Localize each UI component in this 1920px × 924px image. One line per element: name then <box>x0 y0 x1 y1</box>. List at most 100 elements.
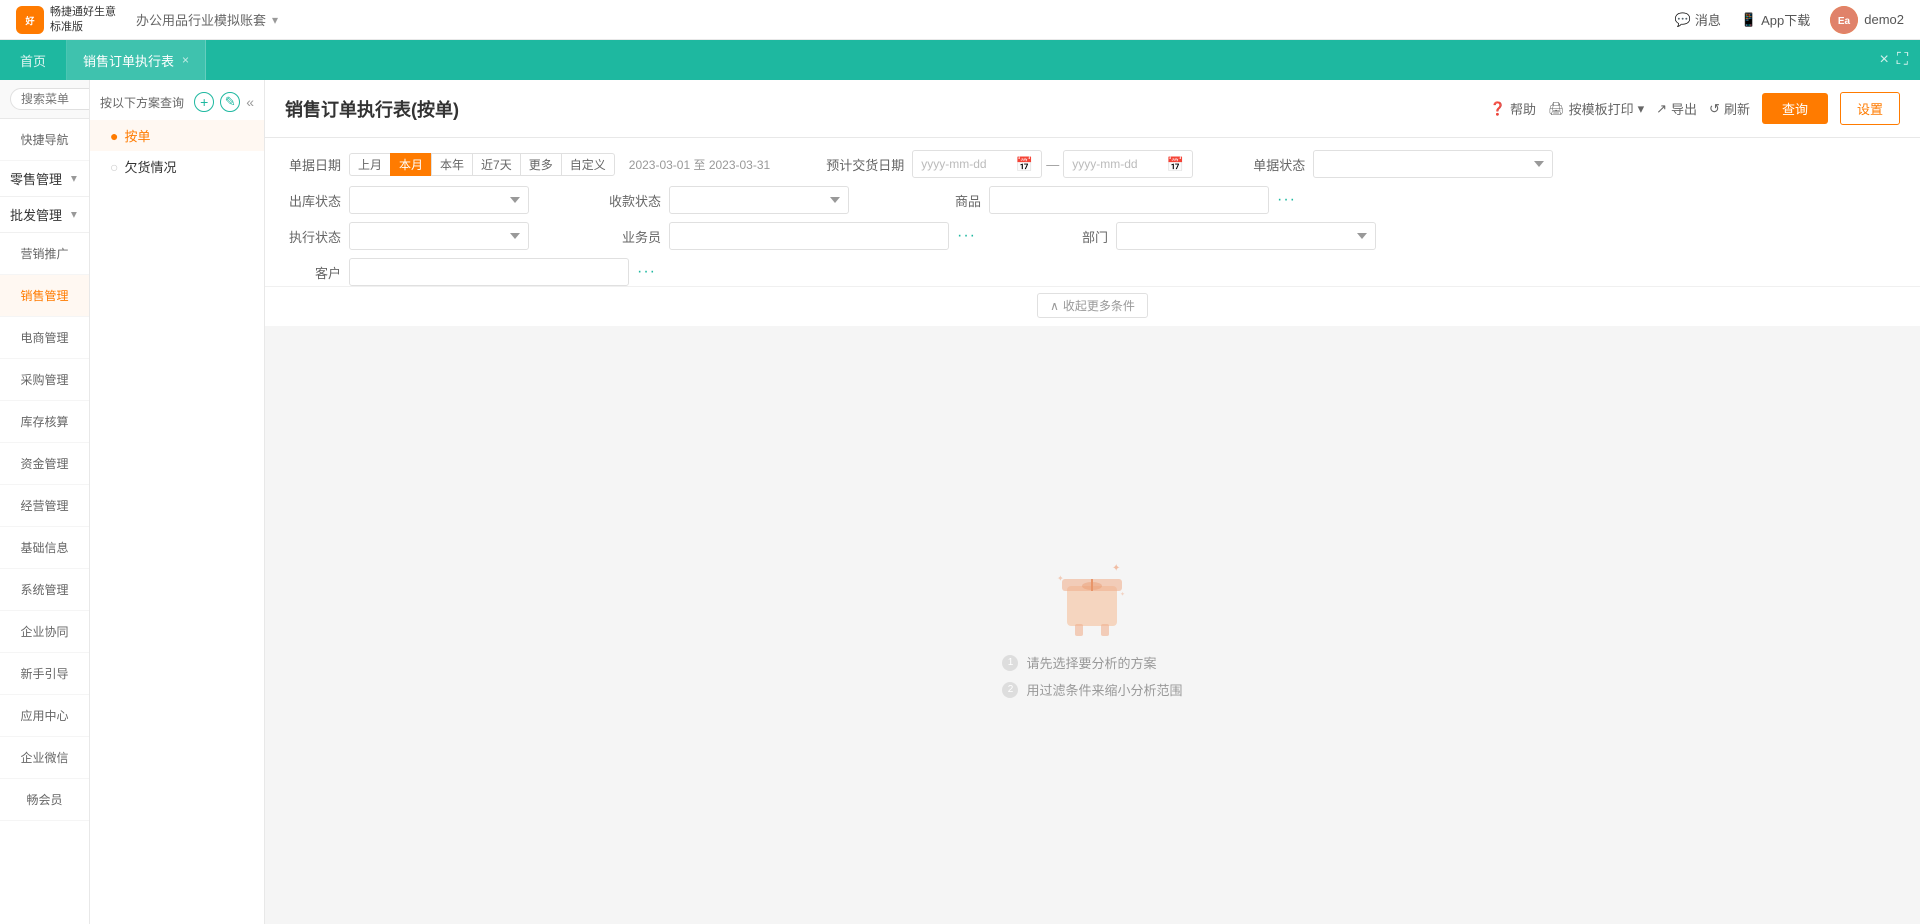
export-button[interactable]: ↗ 导出 <box>1656 99 1697 118</box>
exec-status-label: 执行状态 <box>285 227 341 246</box>
filter-row-exec: 执行状态 业务员 ··· 部门 <box>285 222 1900 250</box>
filter-date-item: 单据日期 上月 本月 本年 近7天 更多 自定义 2023-03-01 至 20… <box>285 153 770 176</box>
calendar-start-icon: 📅 <box>1016 156 1033 173</box>
empty-illustration: ✦ ✦ ✦ <box>1042 551 1142 641</box>
content-area: 按以下方案查询 + ✎ « ● 按单 ○ 欠货情况 <box>90 80 1920 924</box>
out-status-select[interactable] <box>349 186 529 214</box>
customer-dots[interactable]: ··· <box>637 263 656 281</box>
expected-date-end-input[interactable]: yyyy-mm-dd 📅 <box>1063 150 1193 178</box>
goods-dots[interactable]: ··· <box>1277 191 1296 209</box>
left-panel-title: 按以下方案查询 <box>100 94 184 111</box>
dept-select[interactable] <box>1116 222 1376 250</box>
sidebar-item-quick-nav[interactable]: 快捷导航 <box>0 119 89 161</box>
app-download-button[interactable]: 📱 App下载 <box>1741 10 1810 29</box>
sidebar-item-member[interactable]: 畅会员 <box>0 779 89 821</box>
username-label: demo2 <box>1864 12 1904 27</box>
edit-scheme-button[interactable]: ✎ <box>220 92 240 112</box>
sidebar-item-system[interactable]: 系统管理 <box>0 569 89 611</box>
collapse-more-button[interactable]: ∧ 收起更多条件 <box>1037 293 1148 318</box>
sidebar-item-appcenter[interactable]: 应用中心 <box>0 695 89 737</box>
sidebar-item-basic[interactable]: 基础信息 <box>0 527 89 569</box>
empty-tip-1: 1 请先选择要分析的方案 <box>1002 653 1182 672</box>
tab-close-icon[interactable]: × <box>182 53 189 67</box>
goods-label: 商品 <box>925 191 981 210</box>
print-button[interactable]: 🖨 按模板打印 ▾ <box>1548 99 1644 118</box>
breadcrumb-arrow-icon[interactable]: ▾ <box>272 13 278 27</box>
quick-nav-label: 快捷导航 <box>20 131 68 148</box>
logo-text: 畅捷通好生意 标准版 <box>50 5 116 34</box>
sidebar-item-sales[interactable]: 销售管理 <box>0 275 89 317</box>
sidebar-item-wholesale[interactable]: 批发管理 ▲ <box>0 197 89 232</box>
filter-row-4: 客户 ··· <box>265 250 1920 286</box>
sidebar-item-ecommerce[interactable]: 电商管理 <box>0 317 89 359</box>
date-tabs: 上月 本月 本年 近7天 更多 自定义 <box>349 153 615 176</box>
left-panel-actions: + ✎ « <box>194 92 254 112</box>
breadcrumb-text: 办公用品行业模拟账套 <box>136 10 266 29</box>
avatar: Ea <box>1830 6 1858 34</box>
salesperson-dots[interactable]: ··· <box>957 227 976 245</box>
tab-sales-exec[interactable]: 销售订单执行表 × <box>67 40 206 80</box>
tab-label: 销售订单执行表 <box>83 51 174 70</box>
sidebar-item-purchase[interactable]: 采购管理 <box>0 359 89 401</box>
settings-button[interactable]: 设置 <box>1840 92 1900 125</box>
add-scheme-button[interactable]: + <box>194 92 214 112</box>
logo-icon: 好 <box>16 6 44 34</box>
tab-home[interactable]: 首页 <box>0 40 67 80</box>
date-tab-last-month[interactable]: 上月 <box>349 153 390 176</box>
help-button[interactable]: ❓ 帮助 <box>1490 99 1536 118</box>
collect-status-select[interactable] <box>669 186 849 214</box>
date-tab-7days[interactable]: 近7天 <box>472 153 520 176</box>
filter-out-status-item: 出库状态 <box>285 186 529 214</box>
left-panel-item-press[interactable]: ● 按单 <box>90 120 264 151</box>
collect-status-label: 收款状态 <box>605 191 661 210</box>
sidebar-item-cooperation[interactable]: 企业协同 <box>0 611 89 653</box>
sidebar-item-corpwechat[interactable]: 企业微信 <box>0 737 89 779</box>
fullscreen-icon[interactable]: ⛶ <box>1897 51 1908 69</box>
sidebar-search-area <box>0 80 89 119</box>
date-range-text: 2023-03-01 至 2023-03-31 <box>629 156 770 173</box>
doc-status-select[interactable] <box>1313 150 1553 178</box>
date-tab-more[interactable]: 更多 <box>520 153 561 176</box>
salesperson-input[interactable] <box>669 222 949 250</box>
date-tab-this-year[interactable]: 本年 <box>431 153 472 176</box>
date-tab-this-month[interactable]: 本月 <box>390 153 431 176</box>
sidebar-item-inventory[interactable]: 库存核算 <box>0 401 89 443</box>
svg-text:✦: ✦ <box>1112 563 1120 574</box>
filter-row-status: 出库状态 收款状态 <box>285 186 1900 214</box>
sidebar-item-newuser[interactable]: 新手引导 <box>0 653 89 695</box>
page-header-top: 销售订单执行表(按单) ❓ 帮助 🖨 按模板打印 ▾ <box>285 92 1900 125</box>
message-button[interactable]: 💬 消息 <box>1675 10 1721 29</box>
user-area[interactable]: Ea demo2 <box>1830 6 1904 34</box>
close-window-icon[interactable]: × <box>1879 51 1888 69</box>
goods-input[interactable] <box>989 186 1269 214</box>
refresh-button[interactable]: ↺ 刷新 <box>1709 99 1750 118</box>
filter-row-3: 执行状态 业务员 ··· 部门 <box>265 214 1920 250</box>
dept-label: 部门 <box>1052 227 1108 246</box>
sidebar: 快捷导航 零售管理 ▲ 批发管理 ▲ 营销推广 销售管理 电商管理 采购管理 库 <box>0 80 90 924</box>
sidebar-item-retail[interactable]: 零售管理 ▲ <box>0 161 89 196</box>
search-menu-input[interactable] <box>10 88 90 110</box>
filter-dept-item: 部门 <box>1052 222 1376 250</box>
out-status-label: 出库状态 <box>285 191 341 210</box>
sidebar-item-marketing[interactable]: 营销推广 <box>0 233 89 275</box>
sidebar-item-finance[interactable]: 资金管理 <box>0 443 89 485</box>
customer-input[interactable] <box>349 258 629 286</box>
search-button[interactable]: 查询 <box>1762 93 1828 124</box>
top-bar: 好 畅捷通好生意 标准版 办公用品行业模拟账套 ▾ 💬 消息 📱 App下载 <box>0 0 1920 40</box>
page-header: 销售订单执行表(按单) ❓ 帮助 🖨 按模板打印 ▾ <box>265 80 1920 138</box>
left-panel-item-debt[interactable]: ○ 欠货情况 <box>90 151 264 182</box>
left-panel: 按以下方案查询 + ✎ « ● 按单 ○ 欠货情况 <box>90 80 265 924</box>
filter-goods-item: 商品 ··· <box>925 186 1296 214</box>
date-tab-custom[interactable]: 自定义 <box>561 153 615 176</box>
split-layout: 按以下方案查询 + ✎ « ● 按单 ○ 欠货情况 <box>90 80 1920 924</box>
expected-date-start-input[interactable]: yyyy-mm-dd 📅 <box>912 150 1042 178</box>
collapse-row: ∧ 收起更多条件 <box>265 286 1920 326</box>
tab-bar-right: × ⛶ <box>1879 40 1920 80</box>
tab-bar: 首页 销售订单执行表 × × ⛶ <box>0 40 1920 80</box>
svg-text:✦: ✦ <box>1120 591 1125 598</box>
collapse-panel-button[interactable]: « <box>246 94 254 110</box>
exec-status-select[interactable] <box>349 222 529 250</box>
debt-item-icon: ○ <box>110 159 118 175</box>
empty-state: ✦ ✦ ✦ 1 请先选择要分析的方案 <box>1002 551 1182 699</box>
sidebar-item-operations[interactable]: 经营管理 <box>0 485 89 527</box>
